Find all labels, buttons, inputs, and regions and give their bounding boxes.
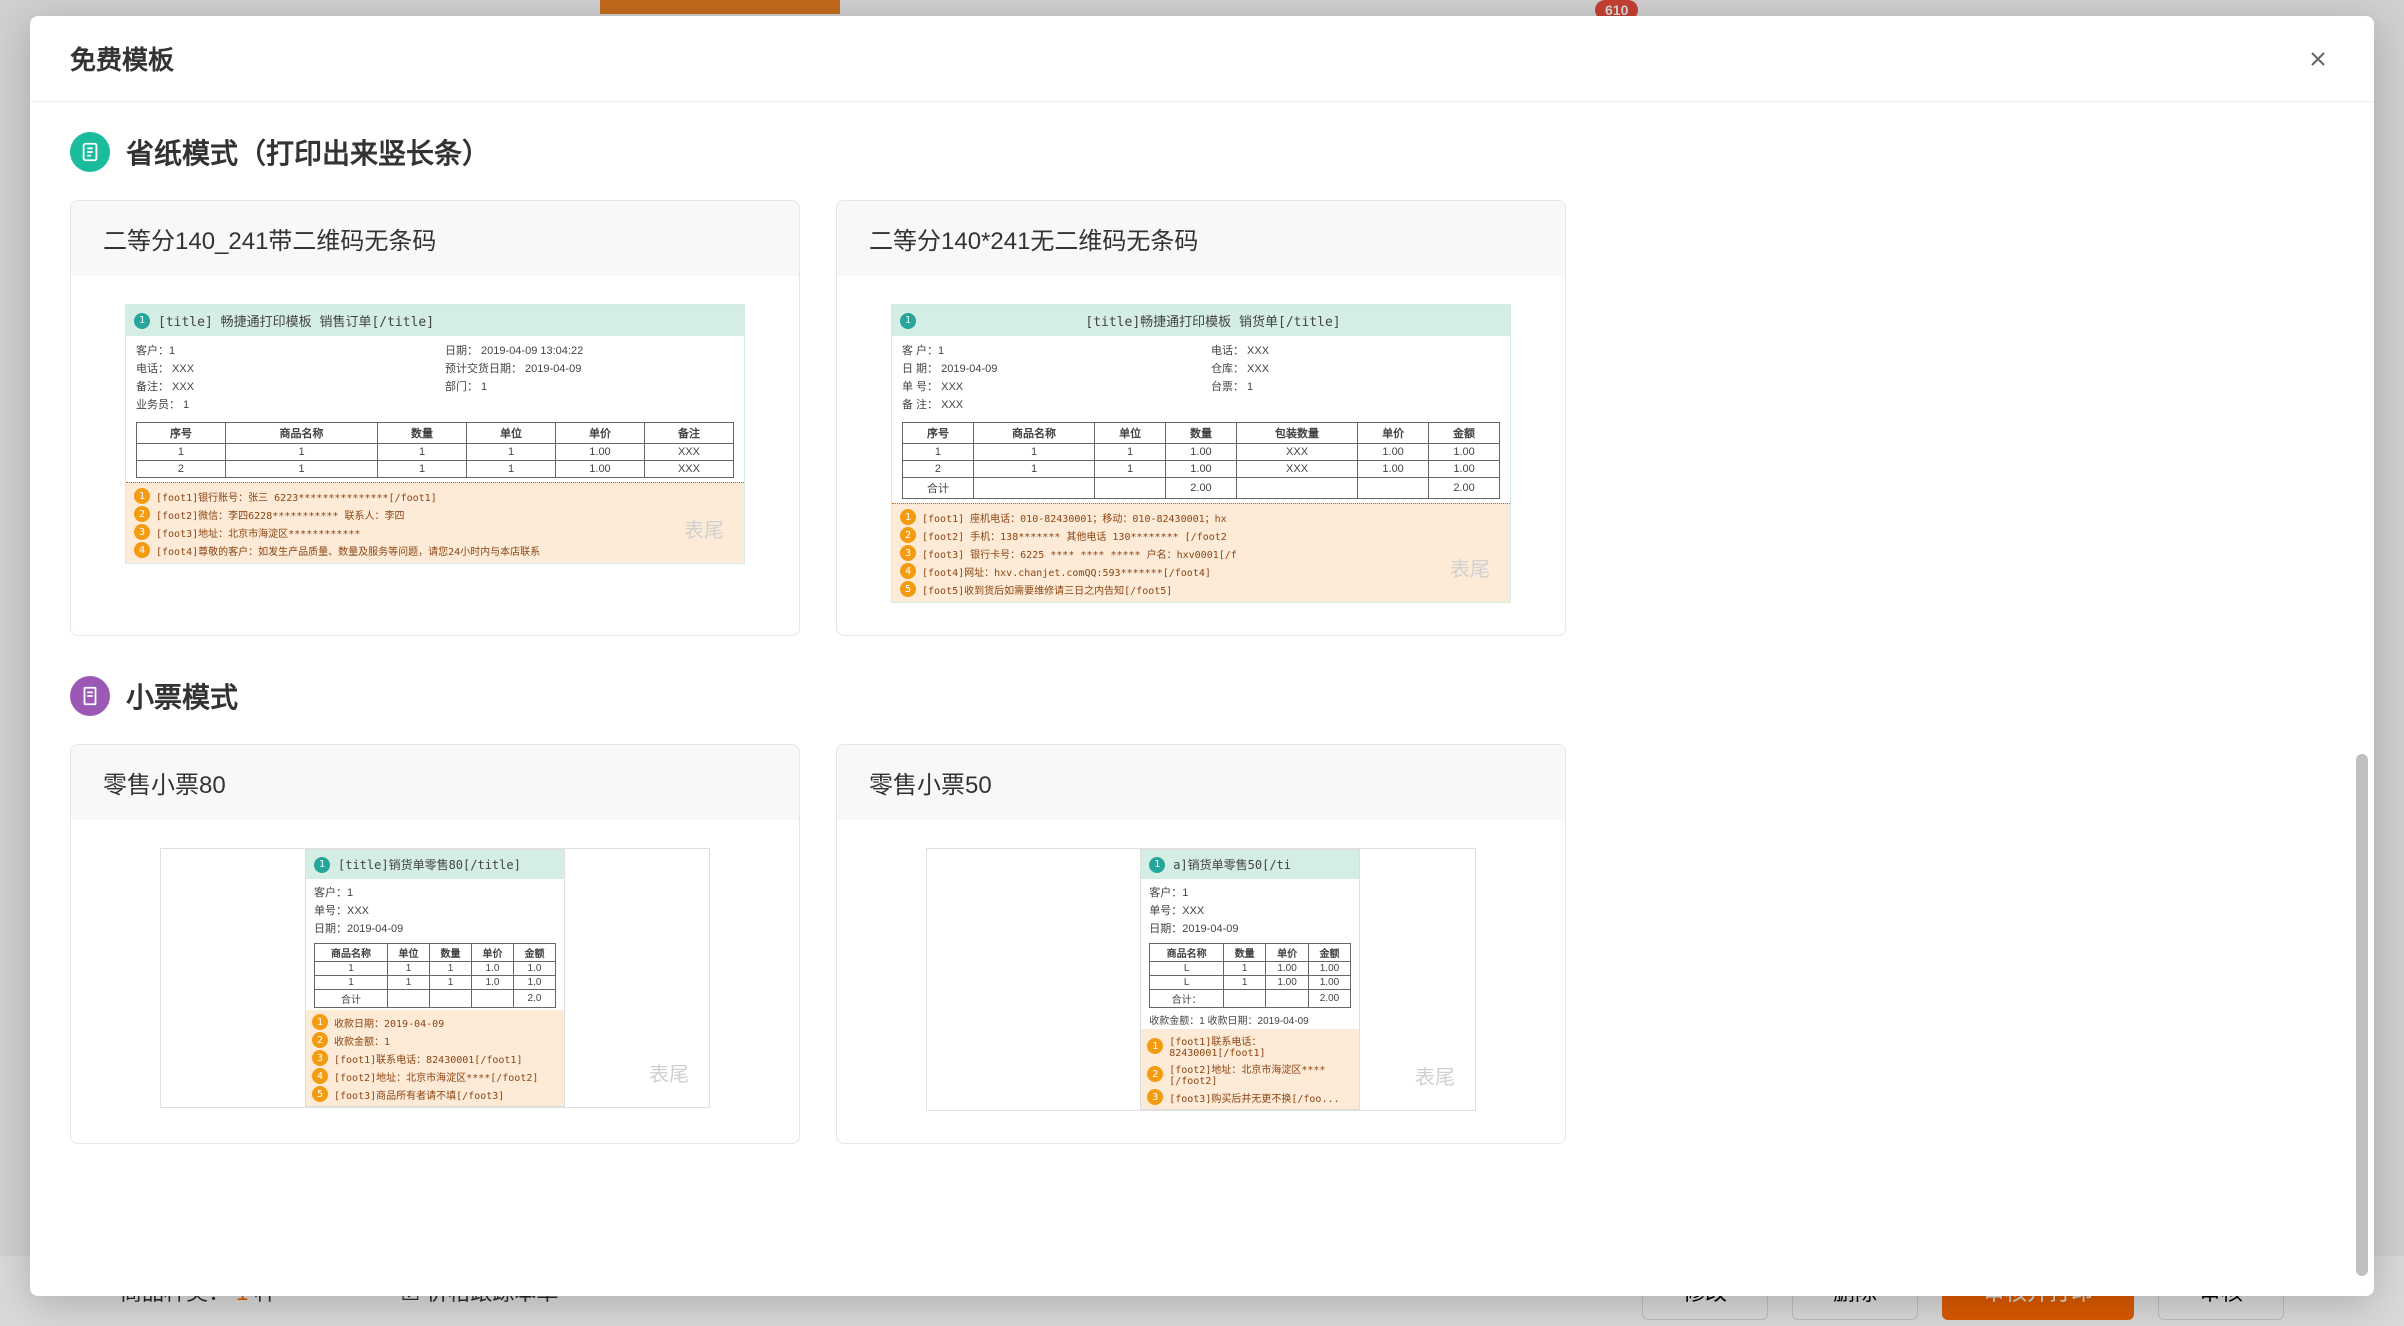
watermark: 表尾 [1450, 553, 1490, 582]
section-header: 小票模式 [70, 676, 2334, 716]
card-title: 零售小票50 [837, 745, 1565, 820]
cards-row: 零售小票80 1[title]销货单零售80[/title] 客户：1 单号：X… [70, 744, 2334, 1144]
card-title: 二等分140_241带二维码无条码 [71, 201, 799, 276]
section-paper-saving: 省纸模式（打印出来竖长条） 二等分140_241带二维码无条码 1[title]… [70, 132, 2334, 636]
document-icon [70, 132, 110, 172]
section-title: 小票模式 [126, 676, 238, 716]
section-receipt: 小票模式 零售小票80 1[title]销货单零售80[/title] [70, 676, 2334, 1144]
card-title: 二等分140*241无二维码无条码 [837, 201, 1565, 276]
modal-body: 省纸模式（打印出来竖长条） 二等分140_241带二维码无条码 1[title]… [30, 102, 2374, 1296]
modal-header: 免费模板 [30, 16, 2374, 102]
close-button[interactable] [2302, 43, 2334, 75]
modal-title: 免费模板 [70, 40, 174, 77]
template-preview: 1a]销货单零售50[/ti 客户：1 单号：XXX 日期：2019-04-09… [926, 848, 1476, 1111]
template-card[interactable]: 零售小票50 1a]销货单零售50[/ti 客户：1 单号：XXX [836, 744, 1566, 1144]
template-card[interactable]: 零售小票80 1[title]销货单零售80[/title] 客户：1 单号：X… [70, 744, 800, 1144]
watermark: 表尾 [1415, 1061, 1455, 1090]
watermark: 表尾 [684, 514, 724, 543]
template-card[interactable]: 二等分140_241带二维码无条码 1[title] 畅捷通打印模板 销售订单[… [70, 200, 800, 636]
scrollbar-thumb[interactable] [2356, 754, 2368, 1276]
template-modal: 免费模板 省纸模式（打印出来竖长条） 二等分140_241带二维码无条码 1[t [30, 16, 2374, 1296]
section-header: 省纸模式（打印出来竖长条） [70, 132, 2334, 172]
template-card[interactable]: 二等分140*241无二维码无条码 1[title]畅捷通打印模板 销货单[/t… [836, 200, 1566, 636]
receipt-icon [70, 676, 110, 716]
scrollbar[interactable] [2354, 116, 2368, 1276]
watermark: 表尾 [649, 1058, 689, 1087]
close-icon [2306, 47, 2330, 71]
template-preview: 1[title] 畅捷通打印模板 销售订单[/title] 客户：1日期： 20… [125, 304, 745, 564]
template-preview: 1[title]销货单零售80[/title] 客户：1 单号：XXX 日期：2… [160, 848, 710, 1108]
card-title: 零售小票80 [71, 745, 799, 820]
cards-row: 二等分140_241带二维码无条码 1[title] 畅捷通打印模板 销售订单[… [70, 200, 2334, 636]
section-title: 省纸模式（打印出来竖长条） [126, 132, 490, 172]
template-preview: 1[title]畅捷通打印模板 销货单[/title] 客 户：1电话： XXX… [891, 304, 1511, 603]
